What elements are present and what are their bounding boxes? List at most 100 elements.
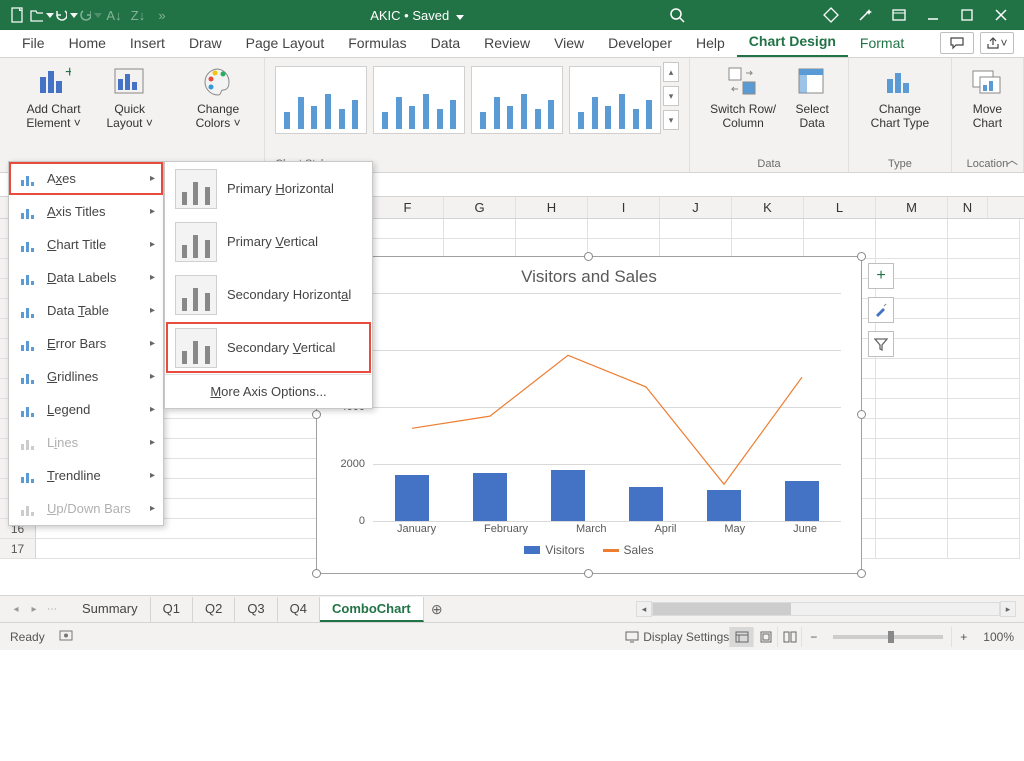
tab-review[interactable]: Review bbox=[472, 29, 542, 57]
chart-plot-area[interactable]: 02000400060008000 bbox=[373, 293, 841, 521]
select-data-icon bbox=[794, 64, 830, 100]
palette-icon bbox=[200, 64, 236, 100]
tab-home[interactable]: Home bbox=[57, 29, 118, 57]
gallery-more-button[interactable]: ▾ bbox=[663, 110, 679, 130]
sort-desc-icon[interactable]: Z↓ bbox=[126, 3, 150, 27]
change-chart-type-icon bbox=[882, 64, 918, 100]
column-header[interactable]: H bbox=[516, 197, 588, 218]
axes-option-primary-horizontal[interactable]: Primary Horizontal bbox=[165, 162, 372, 215]
tab-insert[interactable]: Insert bbox=[118, 29, 177, 57]
tab-file[interactable]: File bbox=[10, 29, 57, 57]
column-header[interactable]: N bbox=[948, 197, 988, 218]
switch-row-column-button[interactable]: Switch Row/ Column bbox=[700, 62, 786, 152]
gallery-down-button[interactable]: ▾ bbox=[663, 86, 679, 106]
chart-style-thumb[interactable] bbox=[569, 66, 661, 134]
add-chart-element-button[interactable]: + Add Chart Element ˅ bbox=[10, 62, 97, 152]
ribbon-display-icon[interactable] bbox=[882, 1, 916, 29]
sheet-nav-prev[interactable]: ◂ bbox=[8, 604, 24, 615]
chart-elements-button[interactable]: + bbox=[868, 263, 894, 289]
chart-title[interactable]: Visitors and Sales bbox=[317, 257, 861, 293]
tab-format[interactable]: Format bbox=[848, 29, 916, 57]
ribbon-tabs: File Home Insert Draw Page Layout Formul… bbox=[0, 30, 1024, 58]
axes-submenu: Primary HorizontalPrimary VerticalSecond… bbox=[164, 161, 373, 409]
menu-item-data-labels[interactable]: Data Labels▸ bbox=[9, 261, 163, 294]
close-button[interactable] bbox=[984, 1, 1018, 29]
svg-text:+: + bbox=[65, 65, 71, 81]
sheet-tab-q2[interactable]: Q2 bbox=[193, 597, 235, 622]
embedded-chart[interactable]: Visitors and Sales 02000400060008000 Jan… bbox=[316, 256, 862, 574]
chart-styles-gallery[interactable] bbox=[275, 62, 661, 134]
group-label-type: Type bbox=[888, 156, 912, 170]
share-button[interactable]: ˅ bbox=[980, 32, 1014, 54]
sheet-tab-q3[interactable]: Q3 bbox=[235, 597, 277, 622]
redo-icon[interactable] bbox=[78, 3, 102, 27]
change-chart-type-button[interactable]: Change Chart Type bbox=[859, 62, 941, 152]
menu-item-data-table[interactable]: Data Table▸ bbox=[9, 294, 163, 327]
minimize-button[interactable] bbox=[916, 1, 950, 29]
column-header[interactable]: L bbox=[804, 197, 876, 218]
move-chart-button[interactable]: Move Chart bbox=[962, 62, 1013, 152]
tab-help[interactable]: Help bbox=[684, 29, 737, 57]
maximize-button[interactable] bbox=[950, 1, 984, 29]
menu-item-chart-title[interactable]: Chart Title▸ bbox=[9, 228, 163, 261]
axes-option-secondary-vertical[interactable]: Secondary Vertical bbox=[165, 321, 372, 374]
chart-style-thumb[interactable] bbox=[275, 66, 367, 134]
title-bar: A↓ Z↓ » AKIC • Saved bbox=[0, 0, 1024, 30]
select-data-button[interactable]: Select Data bbox=[786, 62, 838, 152]
tab-data[interactable]: Data bbox=[419, 29, 473, 57]
wand-icon[interactable] bbox=[848, 1, 882, 29]
menu-item-legend[interactable]: Legend▸ bbox=[9, 393, 163, 426]
diamond-icon[interactable] bbox=[814, 1, 848, 29]
tab-view[interactable]: View bbox=[542, 29, 596, 57]
menu-item-error-bars[interactable]: Error Bars▸ bbox=[9, 327, 163, 360]
sheet-nav-more[interactable]: ⋯ bbox=[44, 604, 60, 615]
axes-option-primary-vertical[interactable]: Primary Vertical bbox=[165, 215, 372, 268]
change-colors-button[interactable]: Change Colors ˅ bbox=[182, 62, 254, 152]
tab-chart-design[interactable]: Chart Design bbox=[737, 27, 848, 57]
search-icon[interactable] bbox=[660, 1, 694, 29]
tab-page-layout[interactable]: Page Layout bbox=[234, 29, 337, 57]
menu-item-trendline[interactable]: Trendline▸ bbox=[9, 459, 163, 492]
sheet-tab-q4[interactable]: Q4 bbox=[278, 597, 320, 622]
tab-draw[interactable]: Draw bbox=[177, 29, 234, 57]
menu-item-lines: Lines▸ bbox=[9, 426, 163, 459]
menu-item-gridlines[interactable]: Gridlines▸ bbox=[9, 360, 163, 393]
chart-style-thumb[interactable] bbox=[373, 66, 465, 134]
undo-icon[interactable] bbox=[54, 3, 78, 27]
column-header[interactable]: M bbox=[876, 197, 948, 218]
sheet-tab-q1[interactable]: Q1 bbox=[151, 597, 193, 622]
column-header[interactable]: F bbox=[372, 197, 444, 218]
tab-developer[interactable]: Developer bbox=[596, 29, 684, 57]
menu-item-axis-titles[interactable]: Axis Titles▸ bbox=[9, 195, 163, 228]
chart-styles-button[interactable] bbox=[868, 297, 894, 323]
sheet-nav-next[interactable]: ▸ bbox=[26, 604, 42, 615]
axes-option-secondary-horizontal[interactable]: Secondary Horizontal bbox=[165, 268, 372, 321]
status-ready: Ready bbox=[10, 630, 45, 644]
row-header[interactable]: 17 bbox=[0, 539, 36, 559]
collapse-ribbon-button[interactable]: ︿ bbox=[1006, 151, 1018, 168]
macro-record-icon[interactable] bbox=[59, 628, 75, 645]
tab-formulas[interactable]: Formulas bbox=[336, 29, 418, 57]
comments-button[interactable] bbox=[940, 32, 974, 54]
qat-more-icon[interactable]: » bbox=[150, 3, 174, 27]
column-header[interactable]: J bbox=[660, 197, 732, 218]
more-axis-options[interactable]: More Axis Options... bbox=[165, 374, 372, 408]
open-file-icon[interactable] bbox=[30, 3, 54, 27]
column-header[interactable]: K bbox=[732, 197, 804, 218]
menu-item-axes[interactable]: Axes▸ bbox=[9, 162, 163, 195]
switch-row-column-icon bbox=[725, 64, 761, 100]
zoom-level[interactable]: 100% bbox=[983, 630, 1014, 644]
sheet-tab-summary[interactable]: Summary bbox=[70, 597, 151, 622]
chart-style-thumb[interactable] bbox=[471, 66, 563, 134]
chart-filters-button[interactable] bbox=[868, 331, 894, 357]
add-chart-element-icon: + bbox=[36, 64, 72, 100]
add-chart-element-menu: Axes▸Axis Titles▸Chart Title▸Data Labels… bbox=[8, 161, 164, 526]
zoom-in-button[interactable]: + bbox=[951, 627, 975, 647]
sort-asc-icon[interactable]: A↓ bbox=[102, 3, 126, 27]
column-header[interactable]: G bbox=[444, 197, 516, 218]
new-file-icon[interactable] bbox=[6, 3, 30, 27]
quick-layout-button[interactable]: Quick Layout ˅ bbox=[97, 62, 162, 152]
zoom-slider[interactable] bbox=[833, 635, 943, 639]
column-header[interactable]: I bbox=[588, 197, 660, 218]
gallery-up-button[interactable]: ▴ bbox=[663, 62, 679, 82]
